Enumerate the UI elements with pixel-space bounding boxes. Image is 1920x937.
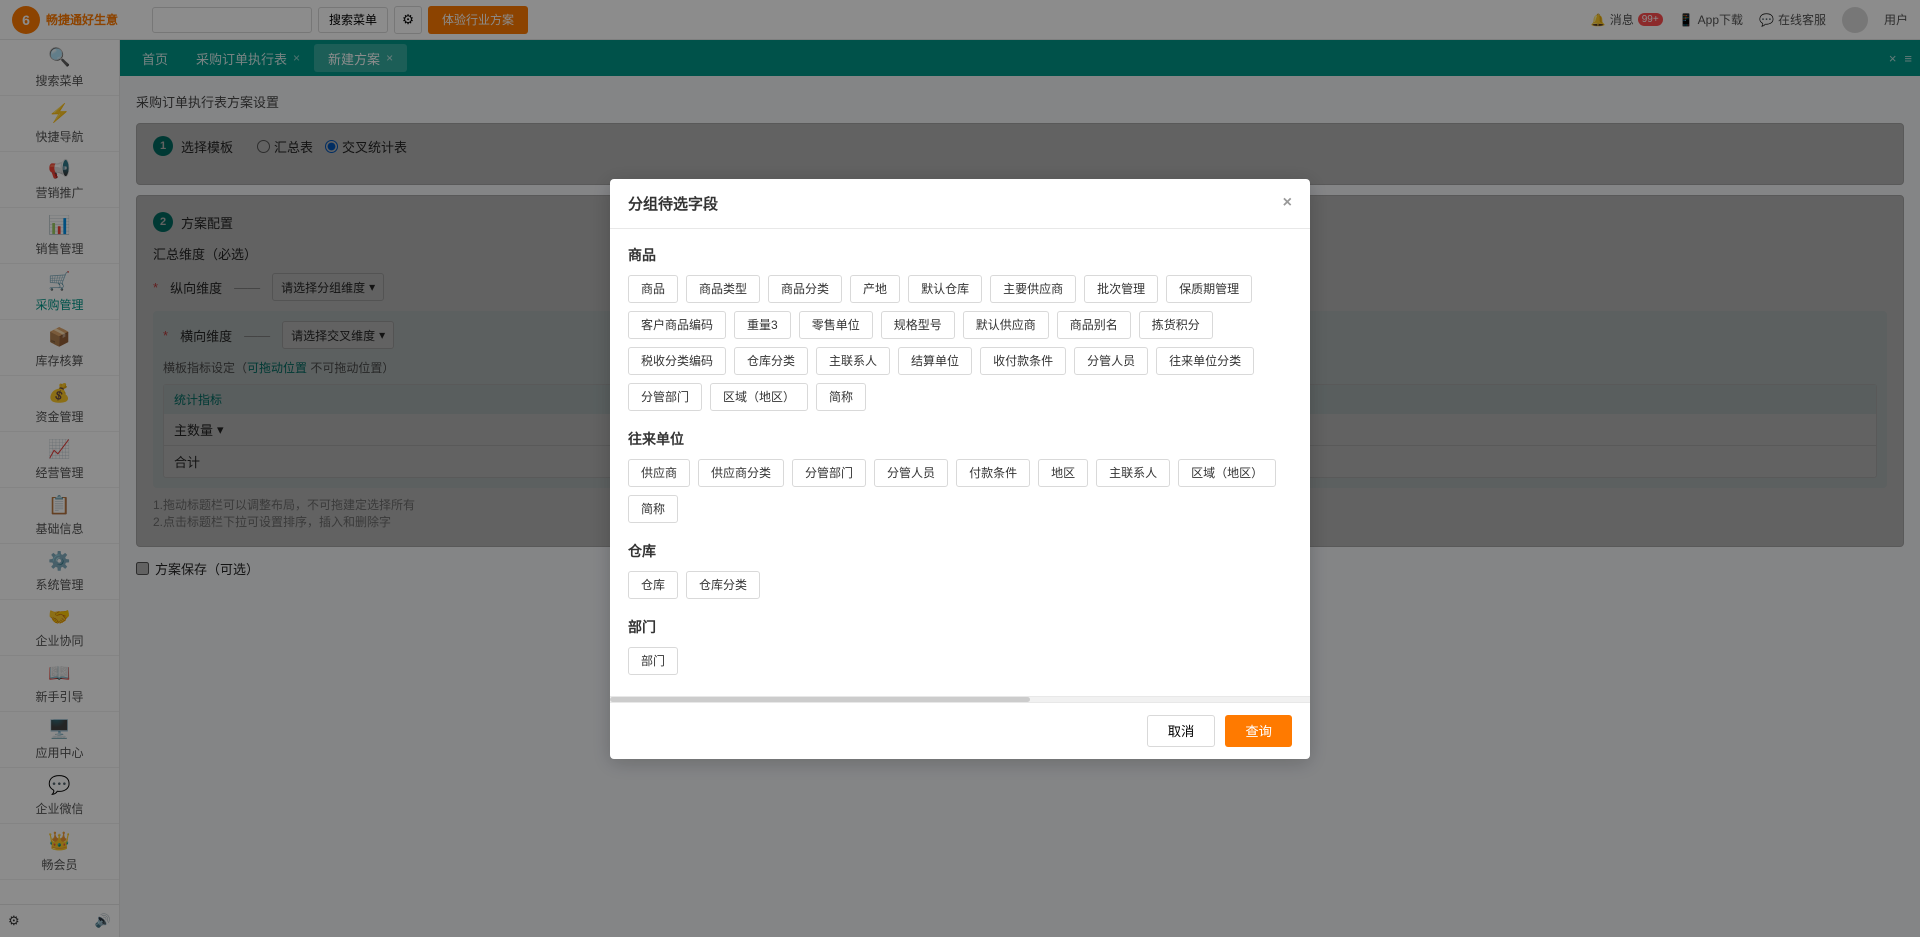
tag-spec-model[interactable]: 规格型号 [881,311,955,339]
tag-product-alias[interactable]: 商品别名 [1057,311,1131,339]
tag-payment-terms2[interactable]: 付款条件 [956,459,1030,487]
modal-close-button[interactable]: × [1283,194,1292,212]
field-group-department-title: 部门 [628,617,1292,637]
product-tags: 商品 商品类型 商品分类 产地 默认仓库 主要供应商 批次管理 保质期管理 客户… [628,275,1292,411]
tag-tax-code[interactable]: 税收分类编码 [628,347,726,375]
tag-supplier-category[interactable]: 供应商分类 [698,459,784,487]
modal-hscroll-thumb [610,697,1030,702]
modal-footer: 取消 查询 [610,702,1310,759]
tag-expiry-mgmt[interactable]: 保质期管理 [1166,275,1252,303]
field-group-product: 商品 商品 商品类型 商品分类 产地 默认仓库 主要供应商 批次管理 保质期管理… [628,245,1292,411]
modal-confirm-button[interactable]: 查询 [1225,715,1292,747]
field-group-department: 部门 部门 [628,617,1292,675]
tag-supervisor2[interactable]: 分管人员 [874,459,948,487]
tag-dept2[interactable]: 分管部门 [792,459,866,487]
tag-dept[interactable]: 分管部门 [628,383,702,411]
tag-product-category[interactable]: 商品分类 [768,275,842,303]
warehouse-tags: 仓库 仓库分类 [628,571,1292,599]
modal: 分组待选字段 × 商品 商品 商品类型 商品分类 产地 默认仓库 主要供应商 批… [610,179,1310,759]
tag-short-name2[interactable]: 简称 [628,495,678,523]
tag-warehouse-cat[interactable]: 仓库分类 [686,571,760,599]
tag-region[interactable]: 区域（地区） [710,383,808,411]
field-group-product-title: 商品 [628,245,1292,265]
tag-supplier[interactable]: 供应商 [628,459,690,487]
tag-payment-terms[interactable]: 收付款条件 [980,347,1066,375]
modal-hscroll[interactable] [610,696,1310,702]
tag-default-supplier[interactable]: 默认供应商 [963,311,1049,339]
modal-header: 分组待选字段 × [610,179,1310,229]
modal-title: 分组待选字段 [628,193,718,214]
tag-region2[interactable]: 区域（地区） [1178,459,1276,487]
tag-retail-unit[interactable]: 零售单位 [799,311,873,339]
department-tags: 部门 [628,647,1292,675]
tag-supervisor[interactable]: 分管人员 [1074,347,1148,375]
tag-warehouse[interactable]: 仓库 [628,571,678,599]
tag-weight3[interactable]: 重量3 [734,311,791,339]
modal-cancel-button[interactable]: 取消 [1147,715,1216,747]
tag-pick-points[interactable]: 拣货积分 [1139,311,1213,339]
modal-overlay: 分组待选字段 × 商品 商品 商品类型 商品分类 产地 默认仓库 主要供应商 批… [0,0,1920,937]
tag-origin[interactable]: 产地 [850,275,900,303]
tag-partner-category[interactable]: 往来单位分类 [1156,347,1254,375]
field-group-partner: 往来单位 供应商 供应商分类 分管部门 分管人员 付款条件 地区 主联系人 区域… [628,429,1292,523]
tag-area[interactable]: 地区 [1038,459,1088,487]
tag-default-warehouse[interactable]: 默认仓库 [908,275,982,303]
field-group-warehouse: 仓库 仓库 仓库分类 [628,541,1292,599]
field-group-warehouse-title: 仓库 [628,541,1292,561]
tag-customer-code[interactable]: 客户商品编码 [628,311,726,339]
tag-main-contact[interactable]: 主联系人 [816,347,890,375]
tag-main-contact2[interactable]: 主联系人 [1096,459,1170,487]
tag-product-type[interactable]: 商品类型 [686,275,760,303]
tag-warehouse-category[interactable]: 仓库分类 [734,347,808,375]
tag-product[interactable]: 商品 [628,275,678,303]
tag-batch-mgmt[interactable]: 批次管理 [1084,275,1158,303]
tag-settlement-unit[interactable]: 结算单位 [898,347,972,375]
tag-main-supplier[interactable]: 主要供应商 [990,275,1076,303]
tag-short-name[interactable]: 简称 [816,383,866,411]
modal-body[interactable]: 商品 商品 商品类型 商品分类 产地 默认仓库 主要供应商 批次管理 保质期管理… [610,229,1310,696]
partner-tags: 供应商 供应商分类 分管部门 分管人员 付款条件 地区 主联系人 区域（地区） … [628,459,1292,523]
tag-department[interactable]: 部门 [628,647,678,675]
field-group-partner-title: 往来单位 [628,429,1292,449]
